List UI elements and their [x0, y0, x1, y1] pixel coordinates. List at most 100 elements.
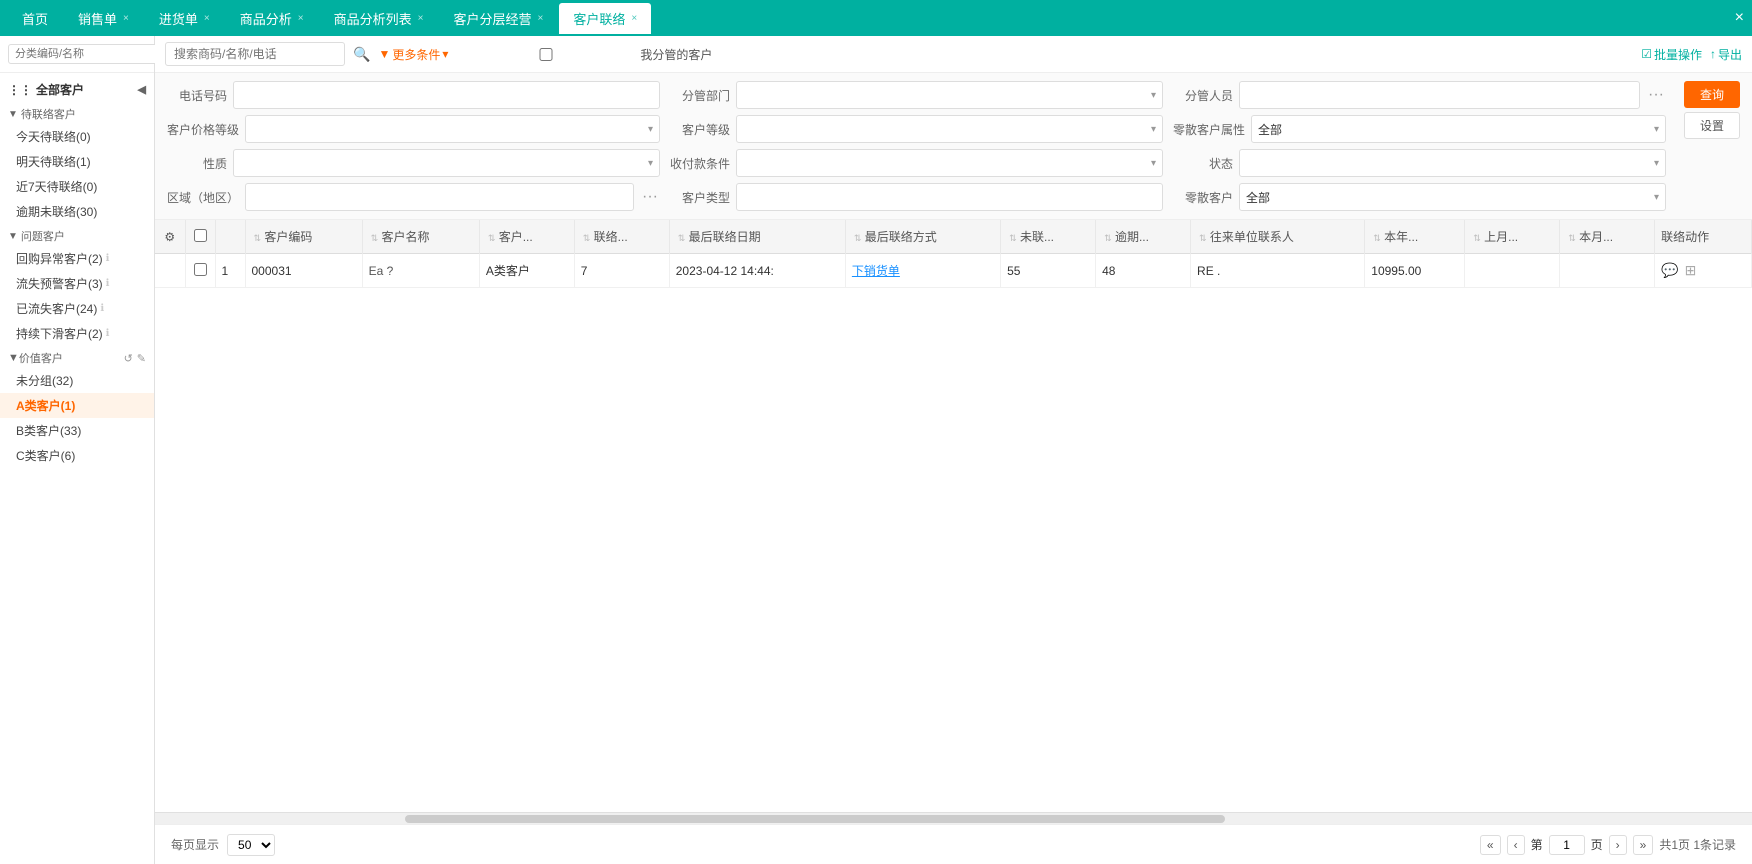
problem-arrow-icon: ▼ — [8, 231, 18, 242]
first-page-button[interactable]: « — [1480, 835, 1501, 855]
customer-type-input[interactable] — [736, 183, 1163, 211]
nav-customer-contact[interactable]: 客户联络 × — [559, 3, 651, 34]
window-close-button[interactable]: × — [1735, 9, 1744, 27]
col-this-year[interactable]: ⇅ 本年... — [1365, 220, 1465, 254]
nav-purchase[interactable]: 进货单 × — [145, 3, 224, 34]
sidebar-search-input[interactable] — [8, 44, 164, 64]
col-last-contact-method[interactable]: ⇅ 最后联络方式 — [845, 220, 1000, 254]
customer-tier-select[interactable]: ▾ — [736, 115, 1163, 143]
chat-action-icon[interactable]: 💬 — [1661, 262, 1678, 279]
filter-cell-nature: 性质 ▾ — [167, 149, 670, 177]
filter-cell-customer-type: 客户类型 — [670, 183, 1173, 211]
table-settings-icon[interactable]: ⚙ — [164, 230, 175, 244]
nav-customer-contact-close[interactable]: × — [631, 13, 637, 24]
per-page-select[interactable]: 50 — [227, 834, 275, 856]
row-customer-name[interactable]: Ea ? — [362, 254, 479, 288]
region-dots-button[interactable]: ··· — [640, 188, 660, 206]
price-tier-label: 客户价格等级 — [167, 121, 239, 138]
col-last-month[interactable]: ⇅ 上月... — [1465, 220, 1560, 254]
sidebar-item-churn-warning[interactable]: 流失预警客户(3) ℹ — [0, 271, 154, 296]
edit-icon[interactable]: ✎ — [137, 352, 146, 365]
sidebar-item-class-b[interactable]: B类客户(33) — [0, 418, 154, 443]
phone-input[interactable] — [233, 81, 660, 109]
my-customer-check[interactable] — [456, 48, 636, 61]
refresh-icon[interactable]: ↺ — [124, 352, 133, 365]
per-page-label: 每页显示 — [171, 836, 219, 853]
sidebar-item-churned[interactable]: 已流失客户(24) ℹ — [0, 296, 154, 321]
row-checkbox[interactable] — [185, 254, 215, 288]
horizontal-scrollbar[interactable] — [155, 812, 1752, 824]
prev-page-button[interactable]: ‹ — [1507, 835, 1525, 855]
nav-product-list[interactable]: 商品分析列表 × — [320, 3, 438, 34]
last-page-button[interactable]: » — [1633, 835, 1654, 855]
nav-product-analysis[interactable]: 商品分析 × — [226, 3, 318, 34]
col-contact[interactable]: ⇅ 联络... — [574, 220, 669, 254]
sidebar-item-7days[interactable]: 近7天待联络(0) — [0, 174, 154, 199]
sidebar-item-abnormal[interactable]: 回购异常客户(2) ℹ — [0, 246, 154, 271]
sidebar-item-tomorrow[interactable]: 明天待联络(1) — [0, 149, 154, 174]
col-customer-type[interactable]: ⇅ 客户... — [479, 220, 574, 254]
retail-select[interactable]: 全部 ▾ — [1239, 183, 1666, 211]
more-filter-button[interactable]: ▼ 更多条件 ▾ — [378, 46, 448, 63]
page-number-input[interactable] — [1549, 835, 1585, 855]
nav-home[interactable]: 首页 — [8, 3, 62, 34]
nav-customer-tier-close[interactable]: × — [537, 13, 543, 24]
nav-purchase-close[interactable]: × — [204, 13, 210, 24]
manager-input[interactable] — [1239, 81, 1640, 109]
batch-operation-button[interactable]: ☑ 批量操作 — [1641, 46, 1702, 63]
col-overdue[interactable]: ⇅ 逾期... — [1096, 220, 1191, 254]
nav-sales[interactable]: 销售单 × — [64, 3, 143, 34]
nav-product-list-close[interactable]: × — [418, 13, 424, 24]
search-input[interactable] — [165, 42, 345, 66]
col-last-contact-date[interactable]: ⇅ 最后联络日期 — [669, 220, 845, 254]
sidebar-item-class-c[interactable]: C类客户(6) — [0, 443, 154, 468]
region-input[interactable] — [245, 183, 634, 211]
status-select[interactable]: ▾ — [1239, 149, 1666, 177]
col-customer-name[interactable]: ⇅ 客户名称 — [362, 220, 479, 254]
sidebar-item-today[interactable]: 今天待联络(0) — [0, 124, 154, 149]
grid-action-icon[interactable]: ⊞ — [1685, 262, 1697, 279]
col-unit-sort-icon: ⇅ — [1199, 233, 1207, 243]
export-button[interactable]: ↑ 导出 — [1710, 46, 1742, 63]
scrollbar-thumb[interactable] — [405, 815, 1225, 823]
col-checkbox[interactable] — [185, 220, 215, 254]
select-all-checkbox[interactable] — [194, 229, 207, 242]
filter-cell-retail: 零散客户 全部 ▾ — [1173, 183, 1676, 211]
value-arrow-icon: ▼ — [8, 352, 19, 364]
dept-select[interactable]: ▾ — [736, 81, 1163, 109]
my-customer-checkbox[interactable]: 我分管的客户 — [456, 46, 712, 63]
retail-attr-select[interactable]: 全部 ▾ — [1251, 115, 1666, 143]
col-no-contact-sort-icon: ⇅ — [1009, 233, 1017, 243]
settings-button[interactable]: 设置 — [1684, 112, 1740, 139]
nature-select[interactable]: ▾ — [233, 149, 660, 177]
col-unit-contact[interactable]: ⇅ 往来单位联系人 — [1191, 220, 1365, 254]
sidebar-item-ungrouped[interactable]: 未分组(32) — [0, 368, 154, 393]
filter-cell-price-tier: 客户价格等级 ▾ — [167, 115, 670, 143]
col-seq — [215, 220, 245, 254]
status-dropdown-icon: ▾ — [1654, 158, 1659, 169]
all-customers-header[interactable]: ⋮⋮ 全部客户 ◀ — [0, 77, 154, 102]
row-this-month — [1560, 254, 1655, 288]
sidebar-item-class-a[interactable]: A类客户(1) — [0, 393, 154, 418]
query-button[interactable]: 查询 — [1684, 81, 1740, 108]
nav-product-analysis-close[interactable]: × — [298, 13, 304, 24]
price-tier-select[interactable]: ▾ — [245, 115, 660, 143]
col-last-month-sort-icon: ⇅ — [1473, 233, 1481, 243]
manager-dots-button[interactable]: ··· — [1646, 86, 1666, 104]
row-last-contact-method[interactable]: 下销货单 — [845, 254, 1000, 288]
sidebar-collapse-icon[interactable]: ◀ — [138, 83, 146, 96]
col-settings[interactable]: ⚙ — [155, 220, 185, 254]
col-this-month[interactable]: ⇅ 本月... — [1560, 220, 1655, 254]
payment-select[interactable]: ▾ — [736, 149, 1163, 177]
info-icon-churned: ℹ — [100, 303, 104, 314]
nav-sales-close[interactable]: × — [123, 13, 129, 24]
next-page-button[interactable]: › — [1609, 835, 1627, 855]
row-checkbox-input[interactable] — [194, 263, 207, 276]
sidebar-item-declining[interactable]: 持续下滑客户(2) ℹ — [0, 321, 154, 346]
phone-label: 电话号码 — [167, 87, 227, 104]
nav-customer-tier[interactable]: 客户分层经营 × — [439, 3, 557, 34]
col-customer-code[interactable]: ⇅ 客户编码 — [245, 220, 362, 254]
sidebar-item-overdue[interactable]: 逾期未联络(30) — [0, 199, 154, 224]
col-no-contact[interactable]: ⇅ 未联... — [1001, 220, 1096, 254]
search-button[interactable]: 🔍 — [353, 46, 370, 63]
